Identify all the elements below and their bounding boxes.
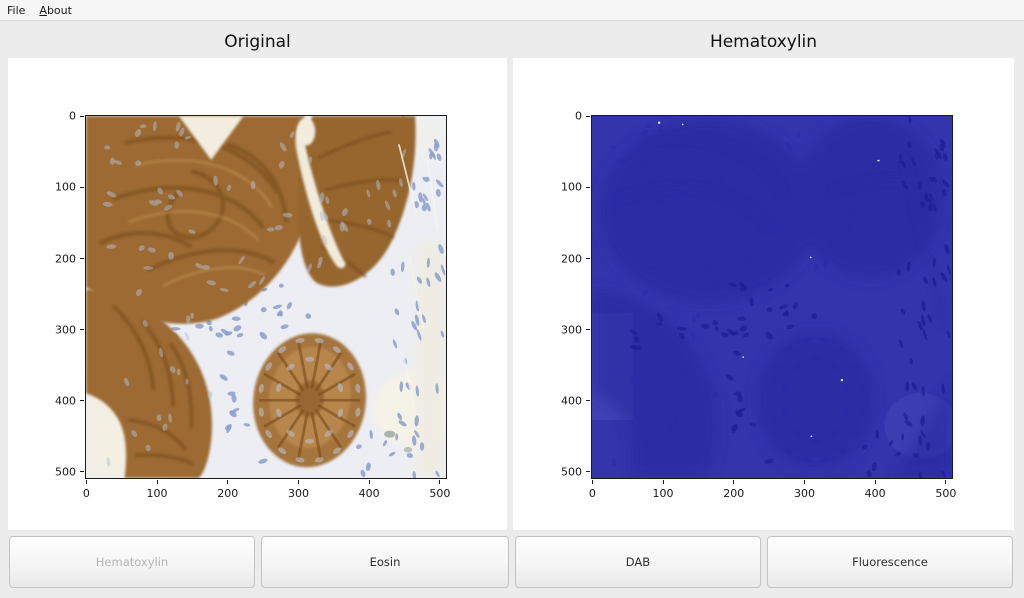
tick-mark xyxy=(80,115,84,117)
tick-mark xyxy=(80,400,84,402)
tick-label: 200 xyxy=(55,252,76,266)
tick-label: 500 xyxy=(561,465,582,479)
dab-button[interactable]: DAB xyxy=(515,536,761,588)
menu-item-about[interactable]: About xyxy=(32,2,79,19)
tick-label: 0 xyxy=(82,487,90,500)
tick-label: 300 xyxy=(561,323,582,337)
original-plot: 0 100 200 300 400 500 0 100 200 300 400 500 xyxy=(55,110,450,500)
menu-bar: File About xyxy=(0,0,1024,21)
tick-mark xyxy=(227,480,229,484)
hematoxylin-plot: 0 100 200 300 400 500 0 100 200 300 400 500 xyxy=(561,110,956,500)
hematoxylin-button[interactable]: Hematoxylin xyxy=(9,536,255,588)
tick-mark xyxy=(874,480,876,484)
tick-mark xyxy=(586,115,590,117)
tick-label: 400 xyxy=(55,394,76,408)
tick-label: 0 xyxy=(69,109,76,123)
tick-label: 400 xyxy=(358,487,380,500)
tick-mark xyxy=(85,480,87,484)
tick-mark xyxy=(368,480,370,484)
eosin-button[interactable]: Eosin xyxy=(261,536,509,588)
menu-item-file[interactable]: File xyxy=(0,2,32,19)
panel-original: 0 100 200 300 400 500 0 100 200 300 400 500 xyxy=(8,58,507,530)
tick-label: 300 xyxy=(287,487,309,500)
tick-label: 100 xyxy=(146,487,168,500)
fluorescence-button[interactable]: Fluorescence xyxy=(767,536,1013,588)
tick-label: 500 xyxy=(55,465,76,479)
tick-mark xyxy=(586,186,590,188)
tick-label: 200 xyxy=(561,252,582,266)
tick-mark xyxy=(586,471,590,473)
tick-label: 500 xyxy=(935,487,957,500)
hematoxylin-image xyxy=(592,116,952,478)
tick-label: 0 xyxy=(575,109,582,123)
menu-item-file-label: File xyxy=(7,3,26,17)
tick-label: 100 xyxy=(652,487,674,500)
tick-label: 100 xyxy=(55,180,76,194)
tick-mark xyxy=(803,480,805,484)
tick-label: 200 xyxy=(217,487,239,500)
tick-mark xyxy=(586,400,590,402)
tick-mark xyxy=(156,480,158,484)
menu-item-about-label: bout xyxy=(46,3,72,17)
tick-label: 300 xyxy=(55,323,76,337)
tick-mark xyxy=(80,329,84,331)
tick-mark xyxy=(439,480,441,484)
tick-mark xyxy=(586,329,590,331)
tick-label: 400 xyxy=(864,487,886,500)
panel-hematoxylin: 0 100 200 300 400 500 0 100 200 300 400 500 xyxy=(513,58,1014,530)
original-image xyxy=(86,116,446,478)
tick-mark xyxy=(733,480,735,484)
tick-mark xyxy=(662,480,664,484)
tick-mark xyxy=(80,258,84,260)
tick-mark xyxy=(591,480,593,484)
tick-label: 300 xyxy=(793,487,815,500)
hematoxylin-panel-title: Hematoxylin xyxy=(709,32,818,52)
tick-mark xyxy=(80,186,84,188)
tick-mark xyxy=(297,480,299,484)
original-panel-title: Original xyxy=(224,32,291,52)
tick-mark xyxy=(945,480,947,484)
tick-label: 100 xyxy=(561,180,582,194)
tick-mark xyxy=(586,258,590,260)
tick-mark xyxy=(80,471,84,473)
tick-label: 400 xyxy=(561,394,582,408)
menu-item-about-label-underlined: A xyxy=(39,3,47,17)
tick-label: 500 xyxy=(429,487,451,500)
tick-label: 200 xyxy=(723,487,745,500)
tick-label: 0 xyxy=(588,487,596,500)
